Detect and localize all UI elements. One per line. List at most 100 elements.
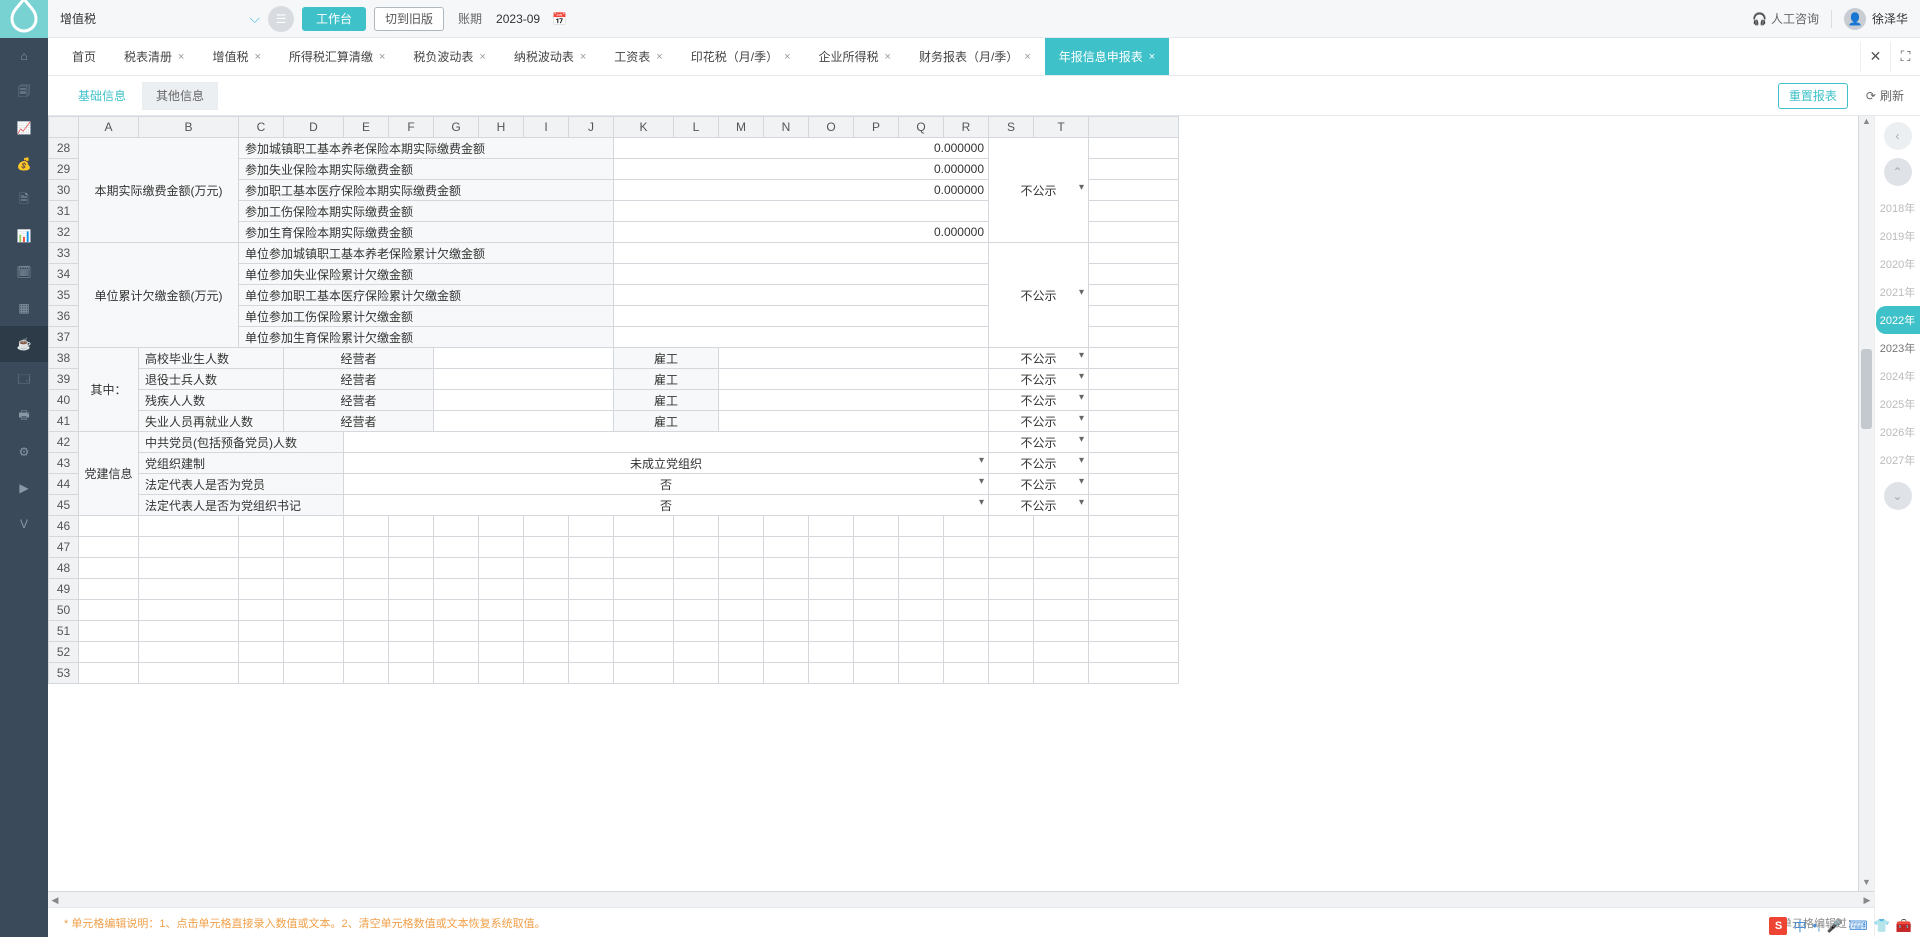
fullscreen-button[interactable]: ⛶ [1890, 42, 1920, 72]
value-cell[interactable] [434, 369, 614, 390]
cell[interactable] [899, 516, 944, 537]
doc-icon-button[interactable]: ☰ [268, 6, 294, 32]
cell[interactable] [719, 579, 764, 600]
cell[interactable] [944, 516, 989, 537]
cell[interactable] [719, 600, 764, 621]
value-cell[interactable] [434, 348, 614, 369]
nav-item-9[interactable]: 🗔 [0, 362, 48, 398]
cell[interactable] [524, 537, 569, 558]
cell[interactable] [524, 558, 569, 579]
cell[interactable] [614, 516, 674, 537]
workbench-button[interactable]: 工作台 [302, 7, 366, 31]
cell[interactable] [1089, 558, 1179, 579]
tab-close-all-button[interactable]: ✕ [1860, 42, 1890, 72]
tab-close-icon[interactable]: × [885, 51, 891, 63]
cell[interactable] [524, 642, 569, 663]
tab-0[interactable]: 首页 [58, 38, 110, 75]
cell[interactable] [524, 663, 569, 684]
nav-item-8[interactable]: ☕ [0, 326, 48, 362]
col-header-M[interactable]: M [719, 117, 764, 138]
rail-up-button[interactable]: ⌃ [1884, 158, 1912, 186]
cell[interactable] [854, 537, 899, 558]
cell[interactable] [479, 600, 524, 621]
row-header-49[interactable]: 49 [49, 579, 79, 600]
cell[interactable] [1089, 390, 1179, 411]
cell[interactable] [674, 600, 719, 621]
nav-item-6[interactable]: 🗓 [0, 254, 48, 290]
tab-3[interactable]: 所得税汇算清缴× [275, 38, 399, 75]
cell[interactable] [239, 537, 284, 558]
cell[interactable] [1089, 180, 1179, 201]
cell[interactable] [809, 537, 854, 558]
vertical-scrollbar[interactable]: ▲ ▼ [1858, 116, 1874, 891]
cell[interactable] [1089, 243, 1179, 264]
tab-close-icon[interactable]: × [1024, 51, 1030, 63]
cell[interactable] [139, 537, 239, 558]
col-header-C[interactable]: C [239, 117, 284, 138]
row-header-46[interactable]: 46 [49, 516, 79, 537]
cell[interactable] [674, 579, 719, 600]
tab-6[interactable]: 工资表× [600, 38, 676, 75]
cell[interactable] [139, 558, 239, 579]
ime-punct-icon[interactable]: •, [1813, 918, 1821, 933]
row-header-44[interactable]: 44 [49, 474, 79, 495]
col-header-B[interactable]: B [139, 117, 239, 138]
value-cell[interactable] [719, 411, 989, 432]
cell[interactable] [139, 663, 239, 684]
col-header-I[interactable]: I [524, 117, 569, 138]
col-header-E[interactable]: E [344, 117, 389, 138]
ime-brand-icon[interactable]: S [1769, 917, 1787, 935]
cell[interactable] [989, 621, 1034, 642]
value-cell[interactable] [614, 264, 989, 285]
cell[interactable] [1034, 642, 1089, 663]
cell[interactable] [239, 663, 284, 684]
cell[interactable] [899, 558, 944, 579]
cell[interactable] [434, 642, 479, 663]
row-header-48[interactable]: 48 [49, 558, 79, 579]
tab-8[interactable]: 企业所得税× [805, 38, 905, 75]
cell[interactable] [899, 663, 944, 684]
scroll-right-icon[interactable]: ▶ [1860, 892, 1874, 907]
cell[interactable] [989, 600, 1034, 621]
publish-select[interactable]: 不公示 [989, 453, 1089, 474]
value-select[interactable]: 否 [344, 495, 989, 516]
tab-10[interactable]: 年报信息申报表× [1045, 38, 1169, 75]
cell[interactable] [434, 537, 479, 558]
cell[interactable] [1089, 600, 1179, 621]
row-header-45[interactable]: 45 [49, 495, 79, 516]
cell[interactable] [569, 642, 614, 663]
col-header-D[interactable]: D [284, 117, 344, 138]
value-cell[interactable] [614, 306, 989, 327]
tab-close-icon[interactable]: × [656, 51, 662, 63]
cell[interactable] [809, 621, 854, 642]
cell[interactable] [239, 558, 284, 579]
cell[interactable] [899, 600, 944, 621]
cell[interactable] [1089, 495, 1179, 516]
year-2022年[interactable]: 2022年 [1876, 306, 1920, 334]
col-header-T[interactable]: T [1034, 117, 1089, 138]
cell[interactable] [239, 579, 284, 600]
cell[interactable] [139, 516, 239, 537]
cell[interactable] [809, 516, 854, 537]
cell[interactable] [79, 642, 139, 663]
cell[interactable] [1089, 285, 1179, 306]
cell[interactable] [569, 516, 614, 537]
cell[interactable] [614, 558, 674, 579]
col-header-N[interactable]: N [764, 117, 809, 138]
cell[interactable] [344, 600, 389, 621]
cell[interactable] [344, 663, 389, 684]
publish-select[interactable]: 不公示 [989, 369, 1089, 390]
cell[interactable] [524, 516, 569, 537]
cell[interactable] [479, 537, 524, 558]
cell[interactable] [139, 600, 239, 621]
cell[interactable] [674, 516, 719, 537]
publish-select[interactable]: 不公示 [989, 432, 1089, 453]
row-header-38[interactable]: 38 [49, 348, 79, 369]
cell[interactable] [479, 642, 524, 663]
cell[interactable] [1089, 516, 1179, 537]
cell[interactable] [344, 516, 389, 537]
cell[interactable] [764, 642, 809, 663]
cell[interactable] [139, 642, 239, 663]
year-2026年[interactable]: 2026年 [1876, 418, 1920, 446]
select-all-corner[interactable] [49, 117, 79, 138]
